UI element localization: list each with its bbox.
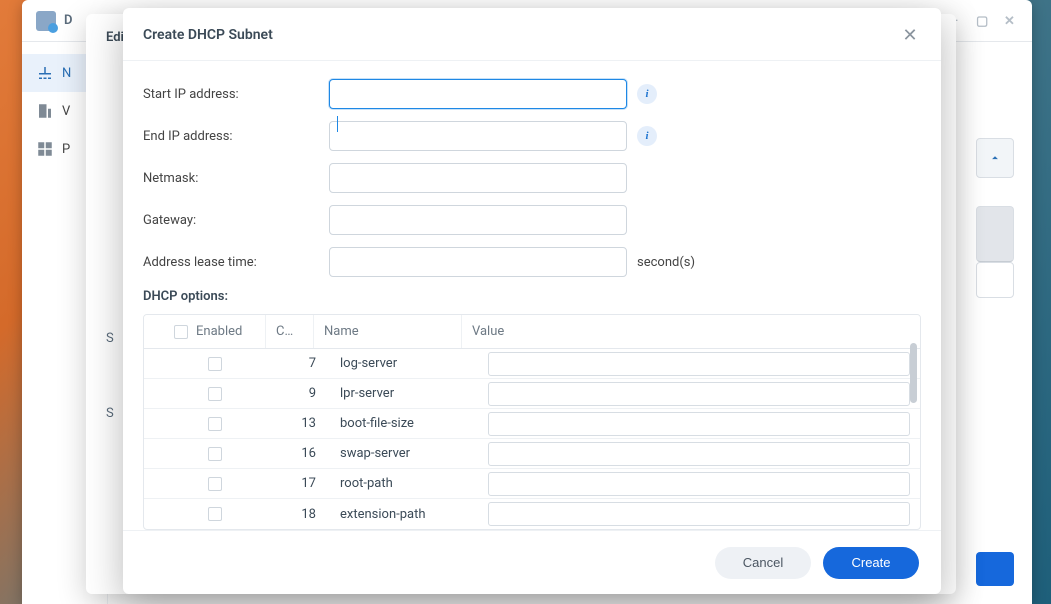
column-header-enabled[interactable]: Enabled [144,315,266,348]
column-header-value[interactable]: Value [462,315,920,348]
cell-value [478,469,920,498]
app-icon [36,11,56,31]
network-icon [36,64,54,82]
column-header-code[interactable]: C… [266,315,314,348]
gateway-label: Gateway: [143,213,329,228]
cell-code: 7 [266,349,330,378]
scrollbar-thumb[interactable] [910,343,917,403]
close-icon: ✕ [902,25,917,46]
column-header-label: Name [324,324,359,339]
cell-enabled [144,469,266,498]
lease-input[interactable] [329,247,627,277]
bg-app-title: D [64,13,72,28]
table-row: 18extension-path [144,499,920,529]
cell-enabled [144,409,266,438]
table-row: 17root-path [144,469,920,499]
cell-value [478,499,920,529]
cancel-button[interactable]: Cancel [715,547,811,579]
create-dhcp-subnet-modal: Create DHCP Subnet ✕ Start IP address: i… [123,8,941,594]
row-checkbox[interactable] [208,477,222,491]
cell-name: boot-file-size [330,409,478,438]
sidebar-item-label: V [62,104,70,119]
cell-code: 16 [266,439,330,468]
bg-panel-gray [976,206,1014,262]
cell-value [478,349,920,378]
option-value-input[interactable] [488,502,910,526]
building-icon [36,102,54,120]
column-header-label: Value [472,324,504,339]
cell-value [478,379,920,408]
cell-enabled [144,499,266,529]
cell-code: 18 [266,499,330,529]
close-icon[interactable]: ✕ [1004,14,1018,28]
sidebar-item-label: P [62,142,70,157]
cell-code: 9 [266,379,330,408]
lease-label: Address lease time: [143,255,329,270]
field-start-ip: Start IP address: i [143,79,921,109]
row-checkbox[interactable] [208,357,222,371]
bg-collapse-toggle[interactable] [976,138,1014,178]
modal-title: Create DHCP Subnet [143,27,273,43]
cell-name: swap-server [330,439,478,468]
cell-name: lpr-server [330,379,478,408]
cell-enabled [144,349,266,378]
option-value-input[interactable] [488,472,910,496]
column-header-name[interactable]: Name [314,315,462,348]
row-checkbox[interactable] [208,507,222,521]
dhcp-options-table: Enabled C… Name Value 7log-server9lpr-se… [143,314,921,530]
table-row: 16swap-server [144,439,920,469]
row-checkbox[interactable] [208,387,222,401]
create-button[interactable]: Create [823,547,919,579]
modal-header: Create DHCP Subnet ✕ [123,8,941,61]
column-header-label: Enabled [196,324,242,339]
row-checkbox[interactable] [208,447,222,461]
modal-body: Start IP address: i End IP address: i Ne… [123,61,941,530]
chevron-up-icon [988,151,1002,165]
field-end-ip: End IP address: i [143,121,921,151]
cell-enabled [144,439,266,468]
cell-enabled [144,379,266,408]
table-row: 13boot-file-size [144,409,920,439]
start-ip-label: Start IP address: [143,87,329,102]
netmask-label: Netmask: [143,171,329,186]
cell-name: log-server [330,349,478,378]
close-button[interactable]: ✕ [899,24,921,46]
bg-primary-button[interactable] [976,552,1014,586]
cell-name: extension-path [330,499,478,529]
cell-code: 13 [266,409,330,438]
info-icon[interactable]: i [637,84,657,104]
field-lease-time: Address lease time: second(s) [143,247,921,277]
modal-footer: Cancel Create [123,530,941,594]
end-ip-label: End IP address: [143,129,329,144]
option-value-input[interactable] [488,352,910,376]
column-header-label: C… [276,324,293,339]
start-ip-input[interactable] [329,79,627,109]
option-value-input[interactable] [488,442,910,466]
lease-unit: second(s) [637,255,695,270]
cell-name: root-path [330,469,478,498]
table-row: 9lpr-server [144,379,920,409]
end-ip-input[interactable] [329,121,627,151]
netmask-input[interactable] [329,163,627,193]
field-gateway: Gateway: [143,205,921,235]
option-value-input[interactable] [488,382,910,406]
grid-icon [36,140,54,158]
cell-value [478,439,920,468]
field-netmask: Netmask: [143,163,921,193]
table-body: 7log-server9lpr-server13boot-file-size16… [144,349,920,529]
maximize-icon[interactable]: ▢ [976,14,990,28]
bg-panel-white [976,262,1014,298]
row-checkbox[interactable] [208,417,222,431]
cell-value [478,409,920,438]
table-header-row: Enabled C… Name Value [144,315,920,349]
option-value-input[interactable] [488,412,910,436]
cell-code: 17 [266,469,330,498]
sidebar-item-label: N [62,66,71,81]
dhcp-options-heading: DHCP options: [143,289,921,304]
gateway-input[interactable] [329,205,627,235]
table-row: 7log-server [144,349,920,379]
select-all-checkbox[interactable] [174,325,188,339]
info-icon[interactable]: i [637,126,657,146]
